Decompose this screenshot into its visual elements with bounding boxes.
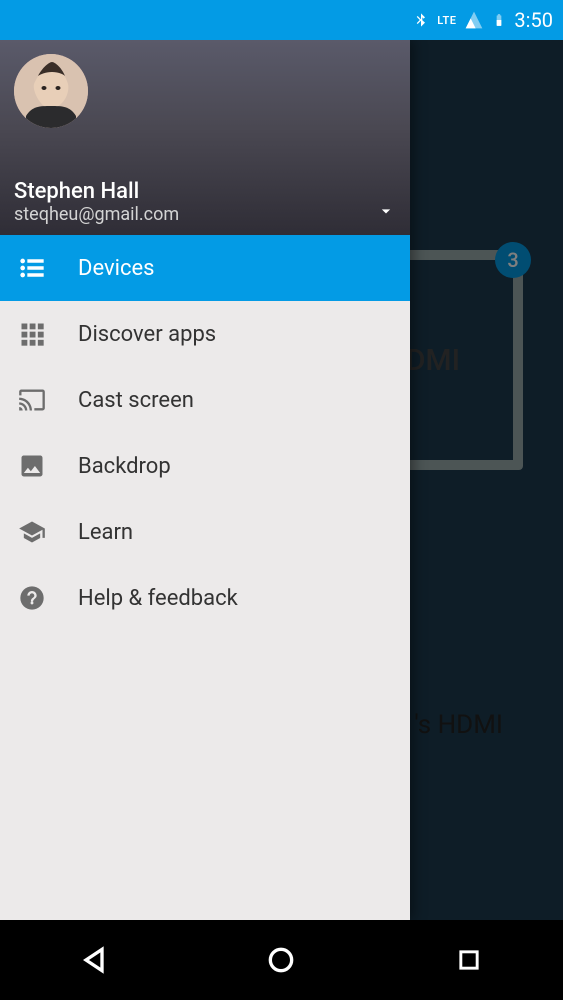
help-icon: [18, 584, 78, 612]
nav-item-help[interactable]: Help & feedback: [0, 565, 410, 631]
nav-item-discover-apps[interactable]: Discover apps: [0, 301, 410, 367]
clock-time: 3:50: [514, 8, 553, 32]
navigation-drawer: Stephen Hall steqheu@gmail.com Devices: [0, 40, 410, 920]
status-bar: LTE 3:50: [0, 0, 563, 40]
chevron-down-icon[interactable]: [376, 201, 396, 225]
nav-label: Backdrop: [78, 454, 171, 479]
battery-icon: [492, 9, 506, 31]
cast-icon: [18, 386, 78, 414]
nav-label: Help & feedback: [78, 586, 238, 611]
android-nav-bar: [0, 920, 563, 1000]
bluetooth-icon: [413, 9, 429, 31]
drawer-list: Devices Discover apps Cast screen Backdr…: [0, 235, 410, 920]
image-icon: [18, 452, 78, 480]
nav-label: Learn: [78, 520, 133, 545]
lte-label: LTE: [437, 14, 456, 27]
nav-label: Devices: [78, 256, 155, 281]
signal-icon: [464, 10, 484, 30]
account-name: Stephen Hall: [14, 179, 179, 204]
account-email: steqheu@gmail.com: [14, 204, 179, 225]
school-icon: [18, 518, 78, 546]
recent-apps-button[interactable]: [439, 930, 499, 990]
account-info[interactable]: Stephen Hall steqheu@gmail.com: [14, 179, 179, 225]
devices-list-icon: [18, 254, 78, 282]
nav-item-backdrop[interactable]: Backdrop: [0, 433, 410, 499]
nav-item-devices[interactable]: Devices: [0, 235, 410, 301]
avatar[interactable]: [14, 54, 88, 128]
nav-label: Discover apps: [78, 322, 216, 347]
drawer-header: Stephen Hall steqheu@gmail.com: [0, 40, 410, 235]
nav-item-learn[interactable]: Learn: [0, 499, 410, 565]
home-button[interactable]: [251, 930, 311, 990]
nav-item-cast-screen[interactable]: Cast screen: [0, 367, 410, 433]
nav-label: Cast screen: [78, 388, 194, 413]
back-button[interactable]: [64, 930, 124, 990]
apps-grid-icon: [18, 320, 78, 348]
